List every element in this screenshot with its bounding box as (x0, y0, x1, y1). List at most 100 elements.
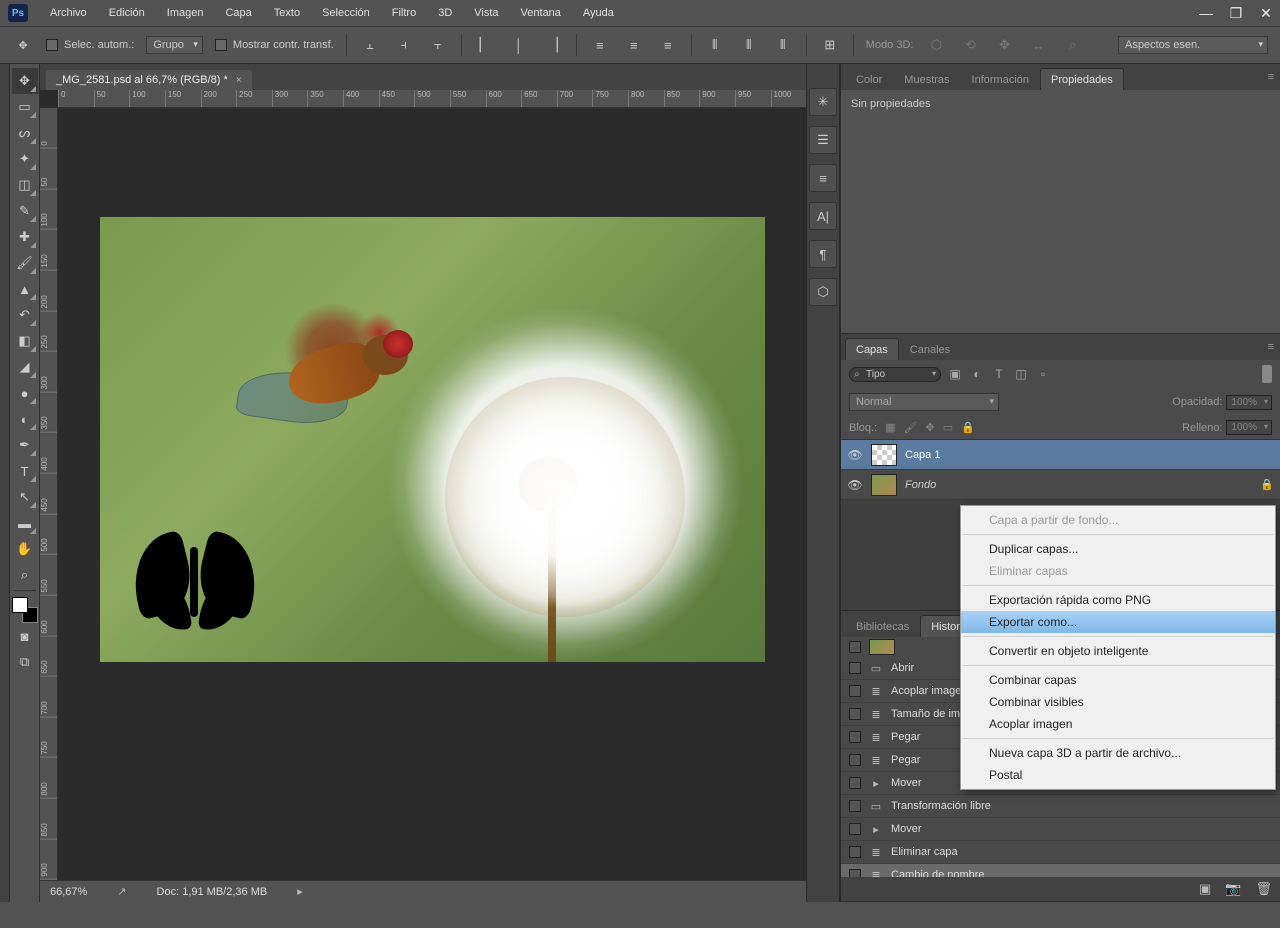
context-menu-item[interactable]: Exportación rápida como PNG (961, 589, 1275, 611)
align-vcenter-icon[interactable]: ⫞ (393, 34, 415, 56)
canvas[interactable] (100, 217, 765, 662)
panel-menu-icon[interactable]: ≡ (1268, 341, 1274, 353)
document-tab[interactable]: _MG_2581.psd al 66,7% (RGB/8) * × (46, 70, 252, 90)
visibility-icon[interactable]: 👁 (847, 478, 863, 492)
menu-ventana[interactable]: Ventana (511, 3, 571, 23)
lasso-tool[interactable]: ᔕ (12, 120, 38, 146)
lock-position-icon[interactable]: ✥ (926, 421, 935, 434)
menu-edicion[interactable]: Edición (99, 3, 155, 23)
healing-tool[interactable]: ✚ (12, 224, 38, 250)
history-checkbox[interactable] (849, 662, 861, 674)
delete-state-icon[interactable]: 🗑 (1255, 881, 1272, 897)
eyedropper-tool[interactable]: ✎ (12, 198, 38, 224)
dist-hcenter-icon[interactable]: ⦀ (738, 34, 760, 56)
history-item[interactable]: ≣Eliminar capa (841, 841, 1280, 864)
tab-bibliotecas[interactable]: Bibliotecas (845, 615, 920, 637)
auto-align-icon[interactable]: ⊞ (819, 34, 841, 56)
filter-shape-icon[interactable]: ◫ (1013, 367, 1029, 381)
filter-image-icon[interactable]: ▣ (947, 367, 963, 381)
layer-row[interactable]: 👁 Capa 1 (841, 440, 1280, 470)
magic-wand-tool[interactable]: ✦ (12, 146, 38, 172)
window-close[interactable]: ✕ (1252, 3, 1280, 23)
3d-pan-icon[interactable]: ✥ (993, 34, 1015, 56)
layer-name[interactable]: Capa 1 (905, 449, 940, 461)
align-bottom-icon[interactable]: ⫟ (427, 34, 449, 56)
screen-mode-toggle[interactable]: ⧉ (12, 649, 38, 675)
filter-adjust-icon[interactable]: ◐ (969, 367, 985, 381)
context-menu-item[interactable]: Convertir en objeto inteligente (961, 640, 1275, 662)
rail-paragraph-icon[interactable]: ¶ (809, 240, 837, 268)
filter-smart-icon[interactable]: ▫ (1035, 367, 1051, 381)
marquee-tool[interactable]: ▭ (12, 94, 38, 120)
export-icon[interactable]: ↗ (117, 885, 126, 898)
rail-navigator-icon[interactable]: ☰ (809, 126, 837, 154)
visibility-icon[interactable]: 👁 (847, 448, 863, 462)
tab-canales[interactable]: Canales (899, 338, 961, 360)
tab-propiedades[interactable]: Propiedades (1040, 68, 1124, 90)
rail-3d-icon[interactable]: ⬡ (809, 278, 837, 306)
context-menu-item[interactable]: Combinar visibles (961, 691, 1275, 713)
lock-all-icon[interactable]: 🔒 (961, 421, 975, 434)
lock-brush-icon[interactable]: 🖌 (904, 421, 918, 434)
rail-histogram-icon[interactable]: ✳ (809, 88, 837, 116)
crop-tool[interactable]: ◫ (12, 172, 38, 198)
layer-row[interactable]: 👁 Fondo 🔒 (841, 470, 1280, 500)
shape-tool[interactable]: ▬ (12, 510, 38, 536)
menu-3d[interactable]: 3D (428, 3, 462, 23)
history-checkbox[interactable] (849, 777, 861, 789)
autoselect-checkbox[interactable] (46, 39, 58, 51)
zoom-tool[interactable]: ⌕ (12, 562, 38, 588)
dist-vcenter-icon[interactable]: ≡ (623, 34, 645, 56)
rail-brushes-icon[interactable]: ≡ (809, 164, 837, 192)
dodge-tool[interactable]: ◐ (12, 406, 38, 432)
tab-muestras[interactable]: Muestras (893, 68, 960, 90)
new-doc-from-state-icon[interactable]: ▣ (1199, 881, 1211, 897)
lock-artboard-icon[interactable]: ▭ (943, 421, 953, 434)
fill-value[interactable]: 100% (1226, 420, 1272, 435)
menu-vista[interactable]: Vista (464, 3, 508, 23)
align-top-icon[interactable]: ⫠ (359, 34, 381, 56)
zoom-level[interactable]: 66,67% (50, 886, 87, 898)
layer-thumbnail[interactable] (871, 474, 897, 496)
history-item[interactable]: ≣Cambio de nombre (841, 864, 1280, 877)
dist-bottom-icon[interactable]: ≡ (657, 34, 679, 56)
3d-slide-icon[interactable]: ↔ (1027, 34, 1049, 56)
color-swatches[interactable] (12, 597, 38, 623)
context-menu-item[interactable]: Acoplar imagen (961, 713, 1275, 735)
window-minimize[interactable]: — (1192, 3, 1220, 23)
menu-archivo[interactable]: Archivo (40, 3, 97, 23)
rail-character-icon[interactable]: A| (809, 202, 837, 230)
filter-type-icon[interactable]: T (991, 367, 1007, 381)
tab-color[interactable]: Color (845, 68, 893, 90)
opacity-value[interactable]: 100% (1226, 395, 1272, 410)
gradient-tool[interactable]: ◢ (12, 354, 38, 380)
history-item[interactable]: ▭Transformación libre (841, 795, 1280, 818)
align-hcenter-icon[interactable]: │ (508, 34, 530, 56)
history-checkbox[interactable] (849, 708, 861, 720)
3d-zoom-icon[interactable]: ⌕ (1061, 34, 1083, 56)
pen-tool[interactable]: ✒ (12, 432, 38, 458)
panel-menu-icon[interactable]: ≡ (1268, 71, 1274, 83)
quick-mask-toggle[interactable]: ◙ (12, 623, 38, 649)
brush-tool[interactable]: 🖌 (12, 250, 38, 276)
menu-filtro[interactable]: Filtro (382, 3, 426, 23)
align-left-icon[interactable]: ▏ (474, 34, 496, 56)
history-checkbox[interactable] (849, 869, 861, 877)
history-checkbox[interactable] (849, 685, 861, 697)
type-tool[interactable]: T (12, 458, 38, 484)
workspace-dropdown[interactable]: Aspectos esen. (1118, 36, 1268, 54)
snapshot-thumbnail[interactable] (869, 639, 895, 655)
move-tool[interactable]: ✥ (12, 68, 38, 94)
align-right-icon[interactable]: ▕ (542, 34, 564, 56)
lock-pixels-icon[interactable]: ▦ (885, 421, 895, 434)
menu-ayuda[interactable]: Ayuda (573, 3, 624, 23)
canvas-viewport[interactable] (58, 108, 806, 880)
window-maximize[interactable]: ❐ (1222, 3, 1250, 23)
layer-name[interactable]: Fondo (905, 479, 936, 491)
3d-roll-icon[interactable]: ⟲ (959, 34, 981, 56)
menu-seleccion[interactable]: Selección (312, 3, 380, 23)
context-menu-item[interactable]: Duplicar capas... (961, 538, 1275, 560)
context-menu-item[interactable]: Exportar como... (961, 611, 1275, 633)
filter-toggle[interactable] (1262, 365, 1272, 383)
history-checkbox[interactable] (849, 800, 861, 812)
